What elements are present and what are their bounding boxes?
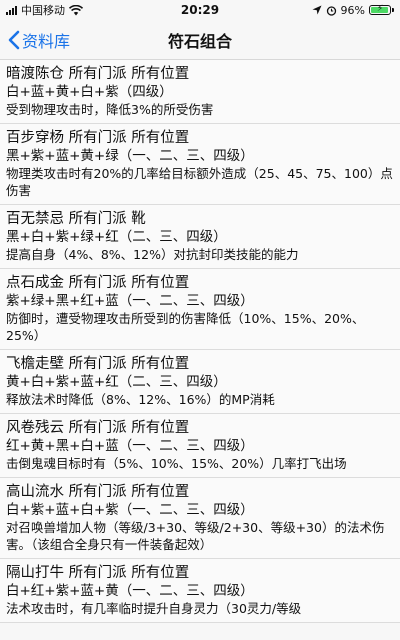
rune-combination-list: 暗渡陈仓 所有门派 所有位置 白+蓝+黄+白+紫（四级） 受到物理攻击时，降低3%的… <box>0 60 400 623</box>
entry-heading: 隔山打牛 所有门派 所有位置 <box>6 563 394 583</box>
entry-slot: 所有位置 <box>131 565 190 581</box>
entry-combo: 白+红+紫+蓝+黄（一、二、三、四级） <box>6 583 254 599</box>
entry-description: 防御时，遭受物理攻击所受到的伤害降低（10%、15%、20%、25%） <box>6 311 365 343</box>
entry-name: 点石成金 <box>6 275 64 291</box>
list-item[interactable]: 百无禁忌 所有门派 靴黑+白+紫+绿+红（二、三、四级） 提高自身（4%、8%、1… <box>0 205 400 269</box>
entry-description: 物理类攻击时有20%的几率给目标额外造成（25、45、75、100）点伤害 <box>6 166 393 198</box>
entry-name: 风卷残云 <box>6 420 64 436</box>
back-button[interactable]: 资料库 <box>0 28 70 52</box>
entry-slot: 所有位置 <box>131 484 190 500</box>
list-item[interactable]: 高山流水 所有门派 所有位置 白+紫+蓝+白+紫（一、二、三、四级） 对召唤兽增加人… <box>0 478 400 559</box>
alarm-clock-icon <box>326 5 336 16</box>
entry-combo: 紫+绿+黑+红+蓝（一、二、三、四级） <box>6 293 254 309</box>
entry-heading: 高山流水 所有门派 所有位置 <box>6 482 394 502</box>
list-item[interactable]: 百步穿杨 所有门派 所有位置 黑+紫+蓝+黄+绿（一、二、三、四级） 物理类攻击时有… <box>0 124 400 205</box>
entry-sect: 所有门派 <box>68 565 127 581</box>
list-item[interactable]: 风卷残云 所有门派 所有位置 红+黄+黑+白+蓝（一、二、三、四级） 击倒鬼魂目标时… <box>0 414 400 478</box>
entry-name: 隔山打牛 <box>6 565 64 581</box>
entry-description: 法术攻击时，有几率临时提升自身灵力（30灵力/等级 <box>6 601 302 616</box>
entry-slot: 所有位置 <box>131 275 190 291</box>
entry-name: 高山流水 <box>6 484 64 500</box>
entry-sect: 所有门派 <box>68 484 127 500</box>
entry-heading: 点石成金 所有门派 所有位置 <box>6 273 394 293</box>
status-right: 96% ⚡ <box>312 4 394 17</box>
entry-sect: 所有门派 <box>68 356 127 372</box>
entry-combo: 黄+白+紫+蓝+红（二、三、四级） <box>6 374 227 390</box>
entry-description: 受到物理攻击时，降低3%的所受伤害 <box>6 102 214 117</box>
entry-combo: 白+紫+蓝+白+紫（一、二、三、四级） <box>6 502 254 518</box>
list-item[interactable]: 隔山打牛 所有门派 所有位置 白+红+紫+蓝+黄（一、二、三、四级） 法术攻击时，有… <box>0 559 400 623</box>
signal-strength-icon <box>6 5 17 15</box>
battery-icon: ⚡ <box>369 4 394 15</box>
entry-name: 百无禁忌 <box>6 211 64 227</box>
chevron-left-icon <box>8 30 20 49</box>
carrier-label: 中国移动 <box>21 4 65 17</box>
entry-heading: 飞檐走壁 所有门派 所有位置 <box>6 354 394 374</box>
entry-combo: 黑+紫+蓝+黄+绿（一、二、三、四级） <box>6 148 254 164</box>
location-arrow-icon <box>312 5 322 15</box>
entry-heading: 风卷残云 所有门派 所有位置 <box>6 418 394 438</box>
status-left: 中国移动 <box>6 2 83 18</box>
entry-sect: 所有门派 <box>68 420 127 436</box>
entry-description: 对召唤兽增加人物（等级/3+30、等级/2+30、等级+30）的法术伤害。（该组… <box>6 520 385 552</box>
entry-description: 提高自身（4%、8%、12%）对抗封印类技能的能力 <box>6 247 299 262</box>
entry-description: 释放法术时降低（8%、12%、16%）的MP消耗 <box>6 392 275 407</box>
navigation-bar: 资料库 符石组合 <box>0 20 400 60</box>
entry-slot: 所有位置 <box>131 130 190 146</box>
back-button-label: 资料库 <box>22 31 71 51</box>
entry-heading: 暗渡陈仓 所有门派 所有位置 <box>6 64 394 84</box>
entry-name: 百步穿杨 <box>6 130 64 146</box>
entry-slot: 所有位置 <box>131 66 190 82</box>
list-item[interactable]: 点石成金 所有门派 所有位置 紫+绿+黑+红+蓝（一、二、三、四级） 防御时，遭受物… <box>0 269 400 350</box>
entry-name: 暗渡陈仓 <box>6 66 64 82</box>
wifi-icon <box>69 4 83 15</box>
entry-slot: 所有位置 <box>131 420 190 436</box>
list-item[interactable]: 暗渡陈仓 所有门派 所有位置 白+蓝+黄+白+紫（四级） 受到物理攻击时，降低3%的… <box>0 60 400 124</box>
battery-percent: 96% <box>340 3 365 17</box>
entry-combo: 白+蓝+黄+白+紫（四级） <box>6 84 173 100</box>
entry-heading: 百步穿杨 所有门派 所有位置 <box>6 128 394 148</box>
entry-name: 飞檐走壁 <box>6 356 64 372</box>
entry-combo: 黑+白+紫+绿+红（二、三、四级） <box>6 229 227 245</box>
entry-description: 击倒鬼魂目标时有（5%、10%、15%、20%）几率打飞出场 <box>6 456 347 471</box>
entry-combo: 红+黄+黑+白+蓝（一、二、三、四级） <box>6 438 254 454</box>
entry-sect: 所有门派 <box>68 130 127 146</box>
entry-sect: 所有门派 <box>68 66 127 82</box>
entry-slot: 所有位置 <box>131 356 190 372</box>
entry-heading: 百无禁忌 所有门派 靴 <box>6 209 394 229</box>
entry-slot: 靴 <box>131 211 146 227</box>
charging-bolt-icon: ⚡ <box>376 4 384 14</box>
list-item[interactable]: 飞檐走壁 所有门派 所有位置 黄+白+紫+蓝+红（二、三、四级） 释放法术时降低（8… <box>0 350 400 414</box>
entry-sect: 所有门派 <box>68 211 127 227</box>
status-bar: 中国移动 20:29 96% ⚡ <box>0 0 400 20</box>
entry-sect: 所有门派 <box>68 275 127 291</box>
